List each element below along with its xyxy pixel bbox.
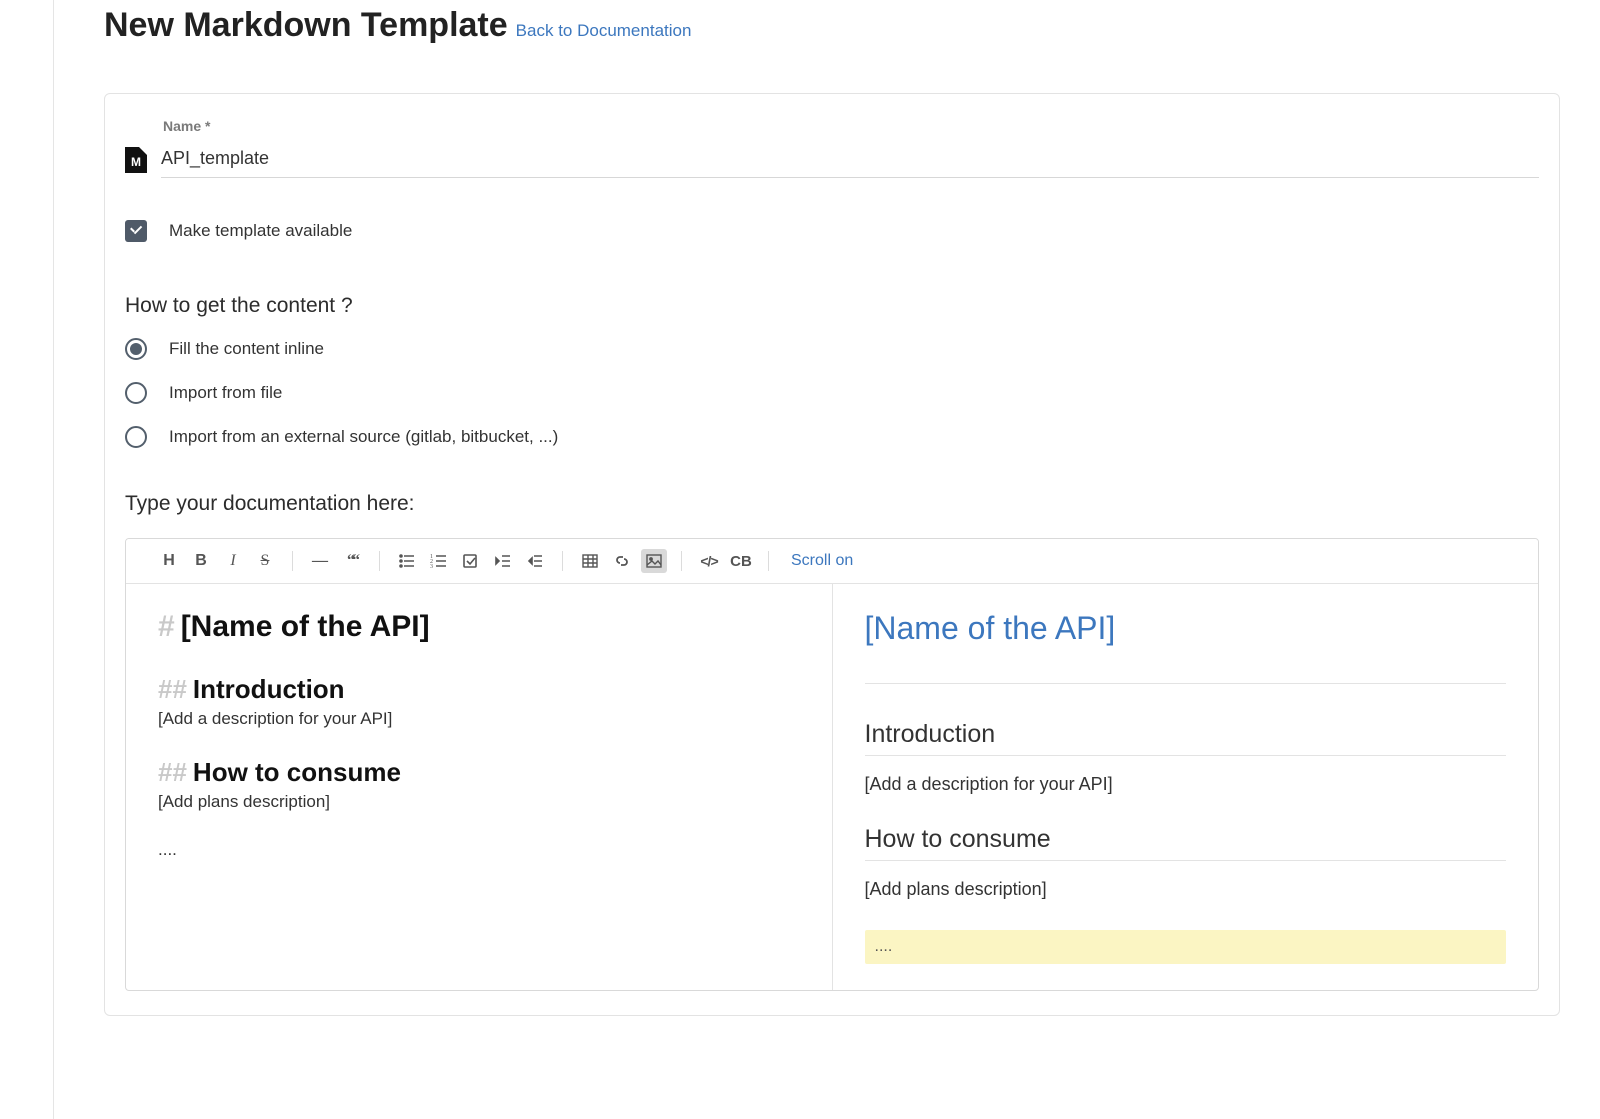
page-title: New Markdown Template: [104, 6, 508, 45]
markdown-editor: H B I S — ““ 123: [125, 538, 1539, 991]
code-inline-button[interactable]: </>: [696, 549, 722, 573]
svg-text:3: 3: [430, 564, 433, 570]
name-input[interactable]: [161, 142, 1539, 178]
outdent-icon[interactable]: [522, 549, 548, 573]
hr-button[interactable]: —: [307, 549, 333, 573]
md-dots: ....: [158, 840, 800, 860]
template-form-card: Name * Make template available How to ge…: [104, 93, 1560, 1016]
ulist-icon[interactable]: [394, 549, 420, 573]
preview-dots: ....: [865, 930, 1507, 964]
bold-button[interactable]: B: [188, 549, 214, 573]
scroll-toggle[interactable]: Scroll on: [791, 552, 853, 570]
md-h2-intro: ##Introduction: [158, 674, 800, 705]
toolbar-divider: [768, 551, 769, 571]
preview-p-intro: [Add a description for your API]: [865, 774, 1507, 795]
toolbar-divider: [562, 551, 563, 571]
md-hash: #: [158, 610, 175, 643]
md-h1: #[Name of the API]: [158, 610, 800, 644]
md-p-consume: [Add plans description]: [158, 792, 800, 812]
md-p-intro: [Add a description for your API]: [158, 709, 800, 729]
quote-button[interactable]: ““: [339, 549, 365, 573]
editor-toolbar: H B I S — ““ 123: [126, 539, 1538, 584]
radio-external[interactable]: Import from an external source (gitlab, …: [125, 426, 1539, 448]
md-hash: ##: [158, 674, 187, 704]
preview-hr: [865, 683, 1507, 684]
table-icon[interactable]: [577, 549, 603, 573]
preview-h1: [Name of the API]: [865, 610, 1507, 647]
italic-button[interactable]: I: [220, 549, 246, 573]
markdown-file-icon: [125, 147, 147, 173]
radio-external-label: Import from an external source (gitlab, …: [169, 427, 558, 447]
type-here-label: Type your documentation here:: [125, 492, 1539, 516]
image-icon[interactable]: [641, 549, 667, 573]
heading-button[interactable]: H: [156, 549, 182, 573]
strike-button[interactable]: S: [252, 549, 278, 573]
markdown-preview-pane: [Name of the API] Introduction [Add a de…: [833, 584, 1539, 990]
checklist-icon[interactable]: [458, 549, 484, 573]
radio-file[interactable]: Import from file: [125, 382, 1539, 404]
link-icon[interactable]: [609, 549, 635, 573]
markdown-source-pane[interactable]: #[Name of the API] ##Introduction [Add a…: [126, 584, 833, 990]
preview-h2-intro: Introduction: [865, 720, 1507, 756]
olist-icon[interactable]: 123: [426, 549, 452, 573]
radio-inline-label: Fill the content inline: [169, 339, 324, 359]
make-available-label: Make template available: [169, 221, 352, 241]
toolbar-divider: [379, 551, 380, 571]
preview-p-consume: [Add plans description]: [865, 879, 1507, 900]
md-h2-consume-text: How to consume: [193, 757, 401, 787]
back-to-docs-link[interactable]: Back to Documentation: [516, 21, 692, 41]
toolbar-divider: [292, 551, 293, 571]
md-h2-consume: ##How to consume: [158, 757, 800, 788]
radio-file-input[interactable]: [125, 382, 147, 404]
md-hash: ##: [158, 757, 187, 787]
radio-external-input[interactable]: [125, 426, 147, 448]
code-block-button[interactable]: CB: [728, 549, 754, 573]
radio-inline-input[interactable]: [125, 338, 147, 360]
radio-file-label: Import from file: [169, 383, 282, 403]
preview-h2-consume: How to consume: [865, 825, 1507, 861]
left-rail: [0, 0, 54, 1119]
content-source-question: How to get the content ?: [125, 294, 1539, 318]
name-field-label: Name *: [125, 118, 1539, 134]
toolbar-divider: [681, 551, 682, 571]
make-available-checkbox[interactable]: [125, 220, 147, 242]
indent-icon[interactable]: [490, 549, 516, 573]
radio-inline[interactable]: Fill the content inline: [125, 338, 1539, 360]
md-h1-text: [Name of the API]: [181, 610, 430, 643]
md-h2-intro-text: Introduction: [193, 674, 345, 704]
